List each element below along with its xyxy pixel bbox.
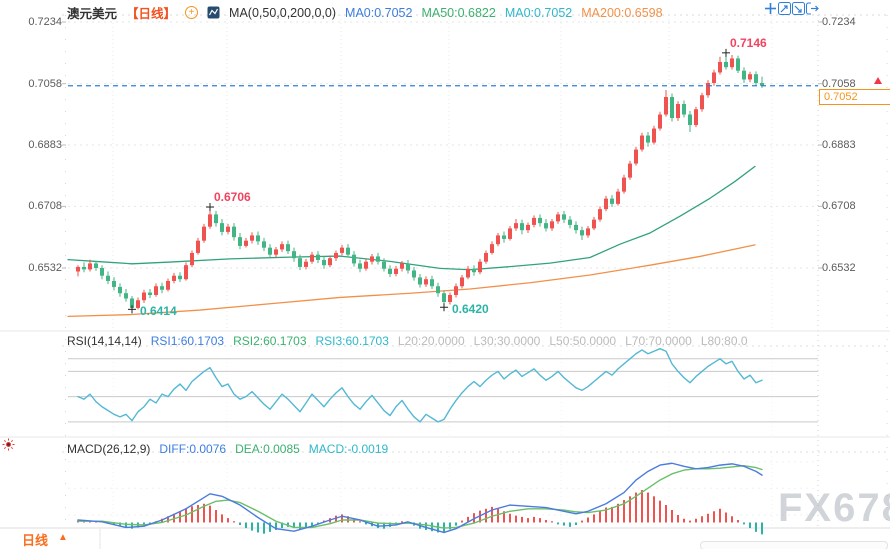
rsi-label: RSI(14,14,14) [67, 334, 142, 348]
watermark: FX678 [778, 486, 890, 530]
price-axis-label: 0.6532 [822, 262, 856, 274]
rsi-header: RSI(14,14,14) RSI1:60.1703 RSI2:60.1703 … [67, 334, 748, 348]
rsi-line [77, 347, 763, 423]
ma0-value: MA0:0.7052 [345, 5, 413, 20]
main-chart-header: 澳元美元 【日线】 + MA(0,50,0,200,0,0) MA0:0.705… [67, 3, 663, 22]
chart-root: 0.6706 0.7146 0.6414 0.6420 0.7234 0.7234 0.70… [0, 0, 890, 549]
rsi-l50: L50:50.0000 [549, 334, 617, 348]
rsi1-value: RSI1:60.1703 [150, 334, 225, 348]
price-axis-label: 0.6883 [28, 139, 62, 151]
high-price-label: 0.7146 [730, 35, 767, 50]
ma200-value: MA200:0.6598 [581, 5, 663, 20]
chart-scrollbar[interactable] [700, 541, 888, 549]
high-price-label: 0.6706 [214, 190, 251, 205]
rsi-l30: L30:30.0000 [473, 334, 541, 348]
macd-header: MACD(26,12,9) DIFF:0.0076 DEA:0.0085 MAC… [67, 442, 388, 456]
rsi-l70: L70:70.0000 [625, 334, 692, 348]
price-axis-label: 0.7058 [28, 77, 62, 90]
plus-circle-icon[interactable]: + [185, 6, 199, 19]
rsi3-value: RSI3:60.1703 [315, 334, 389, 348]
price-annotations [128, 48, 730, 314]
ma50-value: MA50:0.6822 [421, 5, 496, 20]
current-price-tag: 0.7052 [819, 89, 890, 105]
price-axis-label: 0.6708 [28, 200, 62, 213]
timeframe-label: 【日线】 [126, 7, 177, 21]
zoom-out-icon[interactable] [792, 2, 805, 15]
exit-chart-icon[interactable] [806, 2, 819, 15]
price-up-arrow-icon [874, 77, 882, 84]
macd-label: MACD(26,12,9) [67, 442, 151, 456]
price-axis-label: 0.7234 [28, 16, 62, 28]
chart-toolbar [764, 2, 819, 15]
price-axis-label: 0.6883 [822, 139, 856, 151]
low-price-label: 0.6414 [140, 304, 177, 319]
diff-value: DIFF:0.0076 [159, 442, 227, 456]
bottom-timeframe-label[interactable]: 日线 [22, 530, 48, 549]
ma-settings-label: MA(0,50,0,200,0,0) [229, 5, 337, 20]
timeframe-up-arrow-icon[interactable]: ▲ [58, 532, 68, 543]
rsi-l80: L80:80.0 [700, 334, 748, 348]
price-axis-label: 0.6708 [822, 200, 856, 213]
rsi-l20: L20:20.0000 [397, 334, 465, 348]
sun-settings-icon[interactable] [2, 438, 15, 456]
low-price-label: 0.6420 [452, 302, 489, 317]
kline-chart-icon[interactable] [207, 6, 220, 19]
macd-value: MACD:-0.0019 [308, 442, 389, 456]
grid [0, 14, 890, 549]
chart-canvas[interactable] [0, 0, 890, 549]
zoom-in-icon[interactable] [778, 2, 791, 15]
symbol-title: 澳元美元 [67, 7, 118, 21]
price-axis-label: 0.7234 [822, 16, 856, 28]
rsi2-value: RSI2:60.1703 [233, 334, 307, 348]
ma50-line [67, 165, 756, 271]
pan-icon[interactable] [764, 2, 777, 15]
candlestick-series [76, 52, 764, 310]
ma0b-value: MA0:0.7052 [504, 5, 573, 20]
dea-value: DEA:0.0085 [235, 442, 300, 456]
price-axis-label: 0.6532 [28, 262, 62, 274]
